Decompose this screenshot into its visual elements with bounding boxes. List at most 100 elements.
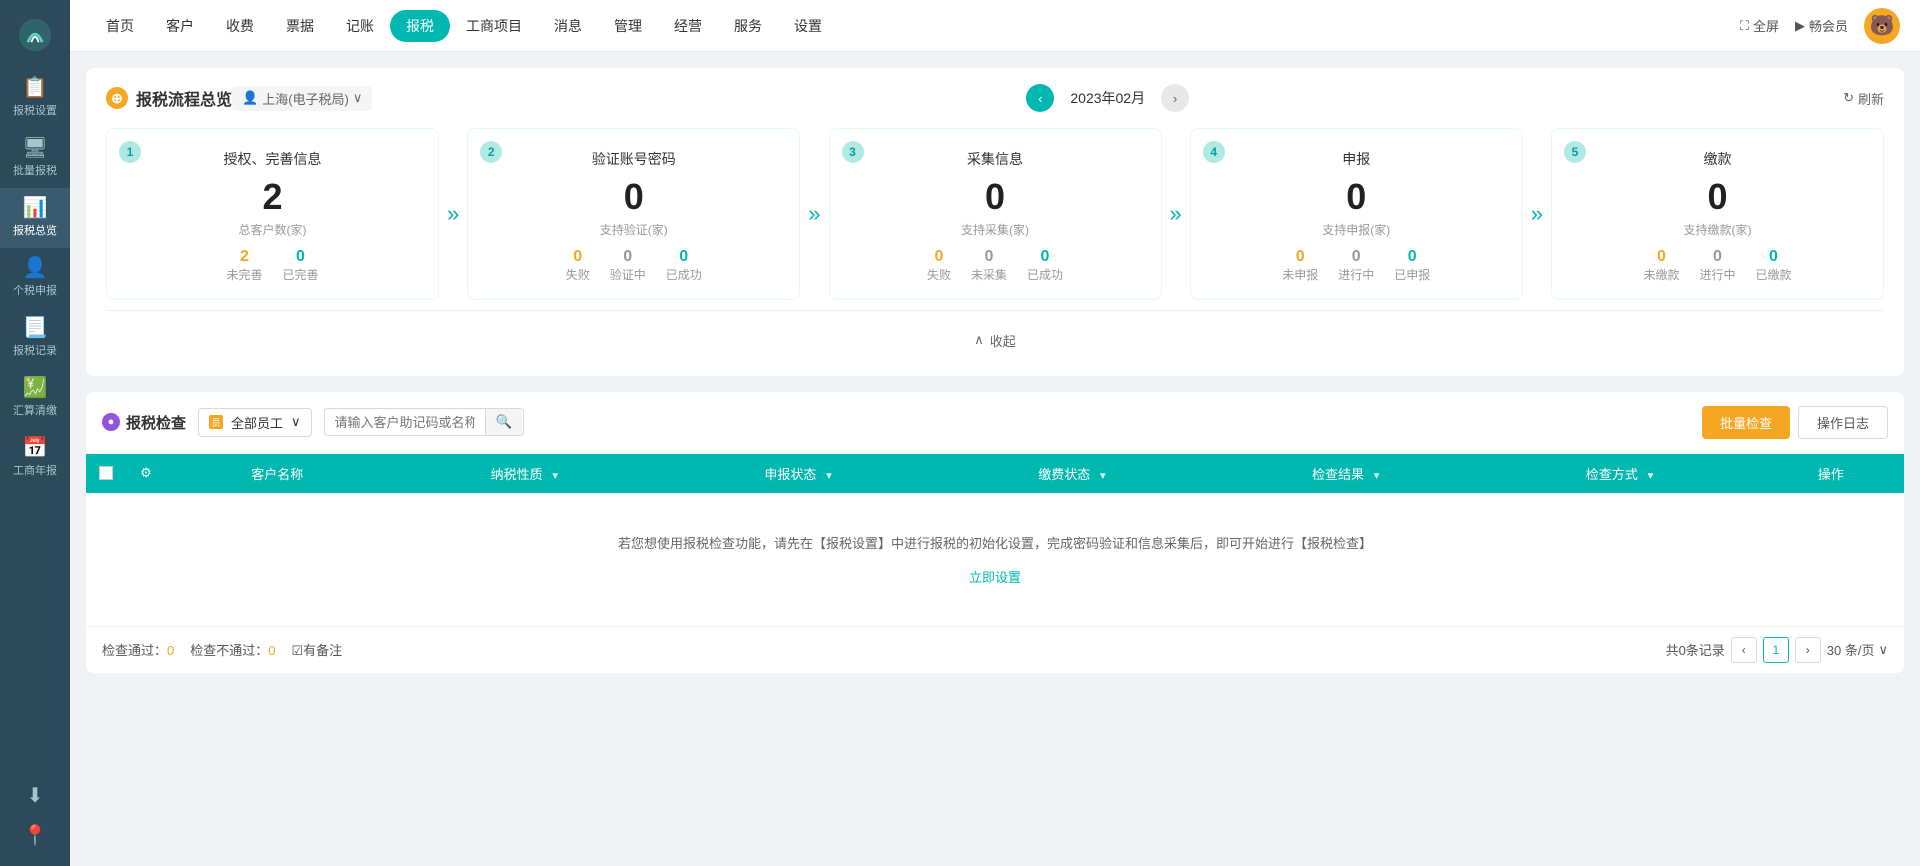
step-1-card: 1 授权、完善信息 2 总客户数(家) 2 未完善 0 已完善	[106, 128, 439, 300]
vip-button[interactable]: ▶ 畅会员	[1795, 16, 1848, 35]
nav-accounting[interactable]: 记账	[330, 10, 390, 42]
refresh-btn[interactable]: ↻ 刷新	[1843, 89, 1884, 108]
th-name: 客户名称	[166, 454, 388, 493]
arrow-2: »	[800, 128, 828, 300]
arrow-4: »	[1523, 128, 1551, 300]
empty-message: 若您想使用报税检查功能，请先在【报税设置】中进行报税的初始化设置，完成密码验证和…	[106, 533, 1884, 552]
step-4-sub: 支持申报(家)	[1207, 221, 1506, 238]
tax-type-filter-icon[interactable]: ▼	[550, 471, 560, 482]
empty-state-cell: 若您想使用报税检查功能，请先在【报税设置】中进行报税的初始化设置，完成密码验证和…	[86, 493, 1904, 626]
filing-status-filter-icon[interactable]: ▼	[824, 471, 834, 482]
sidebar: 📋 报税设置 🖥 批量报税 📊 报税总览 👤 个税申报 📃 报税记录 💹 汇算清…	[0, 0, 70, 866]
col-check-result-label: 检查结果	[1312, 467, 1364, 482]
step-3-stats: 0 失败 0 未采集 0 已成功	[846, 248, 1145, 283]
step-1-stat-fail: 2 未完善	[226, 248, 262, 283]
search-btn[interactable]: 🔍	[485, 409, 523, 435]
nav-home[interactable]: 首页	[90, 10, 150, 42]
step-4-title: 申报	[1207, 149, 1506, 169]
next-month-btn[interactable]: ›	[1161, 84, 1189, 112]
batch-check-btn[interactable]: 批量检查	[1702, 406, 1790, 439]
nav-service[interactable]: 服务	[718, 10, 778, 42]
page-size-chevron: ∨	[1878, 642, 1888, 658]
step-3-num: 3	[842, 141, 864, 163]
check-header: ● 报税检查 员 全部员工 ∨ 🔍 批量检查 操作日志	[86, 392, 1904, 454]
prev-page-btn[interactable]: ‹	[1731, 637, 1757, 663]
location-tag[interactable]: 👤 上海(电子税局) ∨	[232, 86, 372, 111]
table-wrapper: ⚙ 客户名称 纳税性质 ▼ 申报状态 ▼	[86, 454, 1904, 626]
setup-link[interactable]: 立即设置	[969, 570, 1021, 585]
annual-report-icon: 📅	[23, 438, 48, 458]
chevron-down-icon: ∨	[353, 90, 363, 106]
current-page: 1	[1763, 637, 1789, 663]
page-size-selector[interactable]: 30 条/页 ∨	[1827, 640, 1888, 659]
sidebar-item-batch-tax[interactable]: 🖥 批量报税	[0, 128, 70, 188]
step-5-stat-ok: 0 已缴款	[1756, 248, 1792, 283]
sidebar-item-annual-report[interactable]: 📅 工商年报	[0, 428, 70, 488]
th-tax-type: 纳税性质 ▼	[388, 454, 662, 493]
nav-customer[interactable]: 客户	[150, 10, 210, 42]
next-page-btn[interactable]: ›	[1795, 637, 1821, 663]
sidebar-item-label: 汇算清缴	[13, 402, 57, 418]
table-head: ⚙ 客户名称 纳税性质 ▼ 申报状态 ▼	[86, 454, 1904, 493]
month-navigator: ‹ 2023年02月 ›	[1026, 84, 1189, 112]
step-5-card: 5 缴款 0 支持缴款(家) 0 未缴款 0 进行中	[1551, 128, 1884, 300]
sidebar-item-settlement[interactable]: 💹 汇算清缴	[0, 368, 70, 428]
sidebar-item-tax-overview[interactable]: 📊 报税总览	[0, 188, 70, 248]
main-container: 首页 客户 收费 票据 记账 报税 工商项目 消息 管理 经营 服务 设置 ⛶ …	[70, 0, 1920, 866]
search-input[interactable]	[325, 410, 485, 435]
nav-settings[interactable]: 设置	[778, 10, 838, 42]
step-5-num: 5	[1564, 141, 1586, 163]
topbar-right: ⛶ 全屏 ▶ 畅会员 🐻	[1740, 8, 1900, 44]
content-area: ⊕ 报税流程总览 👤 上海(电子税局) ∨ ‹ 2023年02月 › ↻	[70, 52, 1920, 866]
sidebar-item-label: 批量报税	[13, 162, 57, 178]
check-result-filter-icon[interactable]: ▼	[1372, 471, 1382, 482]
th-check-result: 检查结果 ▼	[1210, 454, 1484, 493]
col-payment-status-label: 缴费状态	[1038, 467, 1090, 482]
fullscreen-btn[interactable]: ⛶ 全屏	[1740, 16, 1779, 35]
sidebar-item-personal-filing[interactable]: 👤 个税申报	[0, 248, 70, 308]
step-1-stats: 2 未完善 0 已完善	[123, 248, 422, 283]
pass-stat: 检查通过：0	[102, 640, 174, 659]
prev-month-btn[interactable]: ‹	[1026, 84, 1054, 112]
nav-tax[interactable]: 报税	[390, 10, 450, 42]
nav-invoice[interactable]: 票据	[270, 10, 330, 42]
page-size-label: 30 条/页	[1827, 640, 1875, 659]
step-2-stat-mid: 0 验证中	[610, 248, 646, 283]
nav-operation[interactable]: 经营	[658, 10, 718, 42]
sidebar-item-label: 工商年报	[13, 462, 57, 478]
check-title-text: 报税检查	[126, 412, 186, 433]
step-5-count: 0	[1568, 177, 1867, 217]
tax-records-icon: 📃	[23, 318, 48, 338]
user-avatar[interactable]: 🐻	[1864, 8, 1900, 44]
collapse-btn[interactable]: ∧ 收起	[106, 321, 1884, 360]
th-check-method: 检查方式 ▼	[1484, 454, 1758, 493]
payment-status-filter-icon[interactable]: ▼	[1098, 471, 1108, 482]
step-2-count: 0	[484, 177, 783, 217]
refresh-label: 刷新	[1858, 89, 1884, 108]
select-all-checkbox[interactable]	[99, 466, 113, 480]
sidebar-item-download[interactable]: ⬇	[0, 776, 70, 816]
nav-billing[interactable]: 收费	[210, 10, 270, 42]
sidebar-item-tax-settings[interactable]: 📋 报税设置	[0, 68, 70, 128]
sidebar-item-tax-records[interactable]: 📃 报税记录	[0, 308, 70, 368]
col-check-method-label: 检查方式	[1586, 467, 1638, 482]
step-4-stat-ok: 0 已申报	[1394, 248, 1430, 283]
location-text: 上海(电子税局)	[262, 89, 349, 108]
table-body: 若您想使用报税检查功能，请先在【报税设置】中进行报税的初始化设置，完成密码验证和…	[86, 493, 1904, 626]
step-3-title: 采集信息	[846, 149, 1145, 169]
fail-count[interactable]: 0	[268, 643, 275, 658]
step-2-stats: 0 失败 0 验证中 0 已成功	[484, 248, 783, 283]
total-label: 共0条记录	[1666, 640, 1725, 659]
step-5-stat-mid: 0 进行中	[1699, 248, 1735, 283]
filter-label: 全部员工	[231, 413, 283, 432]
check-method-filter-icon[interactable]: ▼	[1645, 471, 1655, 482]
nav-management[interactable]: 管理	[598, 10, 658, 42]
nav-business[interactable]: 工商项目	[450, 10, 538, 42]
employee-filter[interactable]: 员 全部员工 ∨	[198, 408, 312, 437]
pass-count[interactable]: 0	[167, 643, 174, 658]
step-5-stats: 0 未缴款 0 进行中 0 已缴款	[1568, 248, 1867, 283]
sidebar-item-location[interactable]: 📍	[0, 816, 70, 856]
operation-log-btn[interactable]: 操作日志	[1798, 406, 1888, 439]
empty-state-row: 若您想使用报税检查功能，请先在【报税设置】中进行报税的初始化设置，完成密码验证和…	[86, 493, 1904, 626]
nav-message[interactable]: 消息	[538, 10, 598, 42]
